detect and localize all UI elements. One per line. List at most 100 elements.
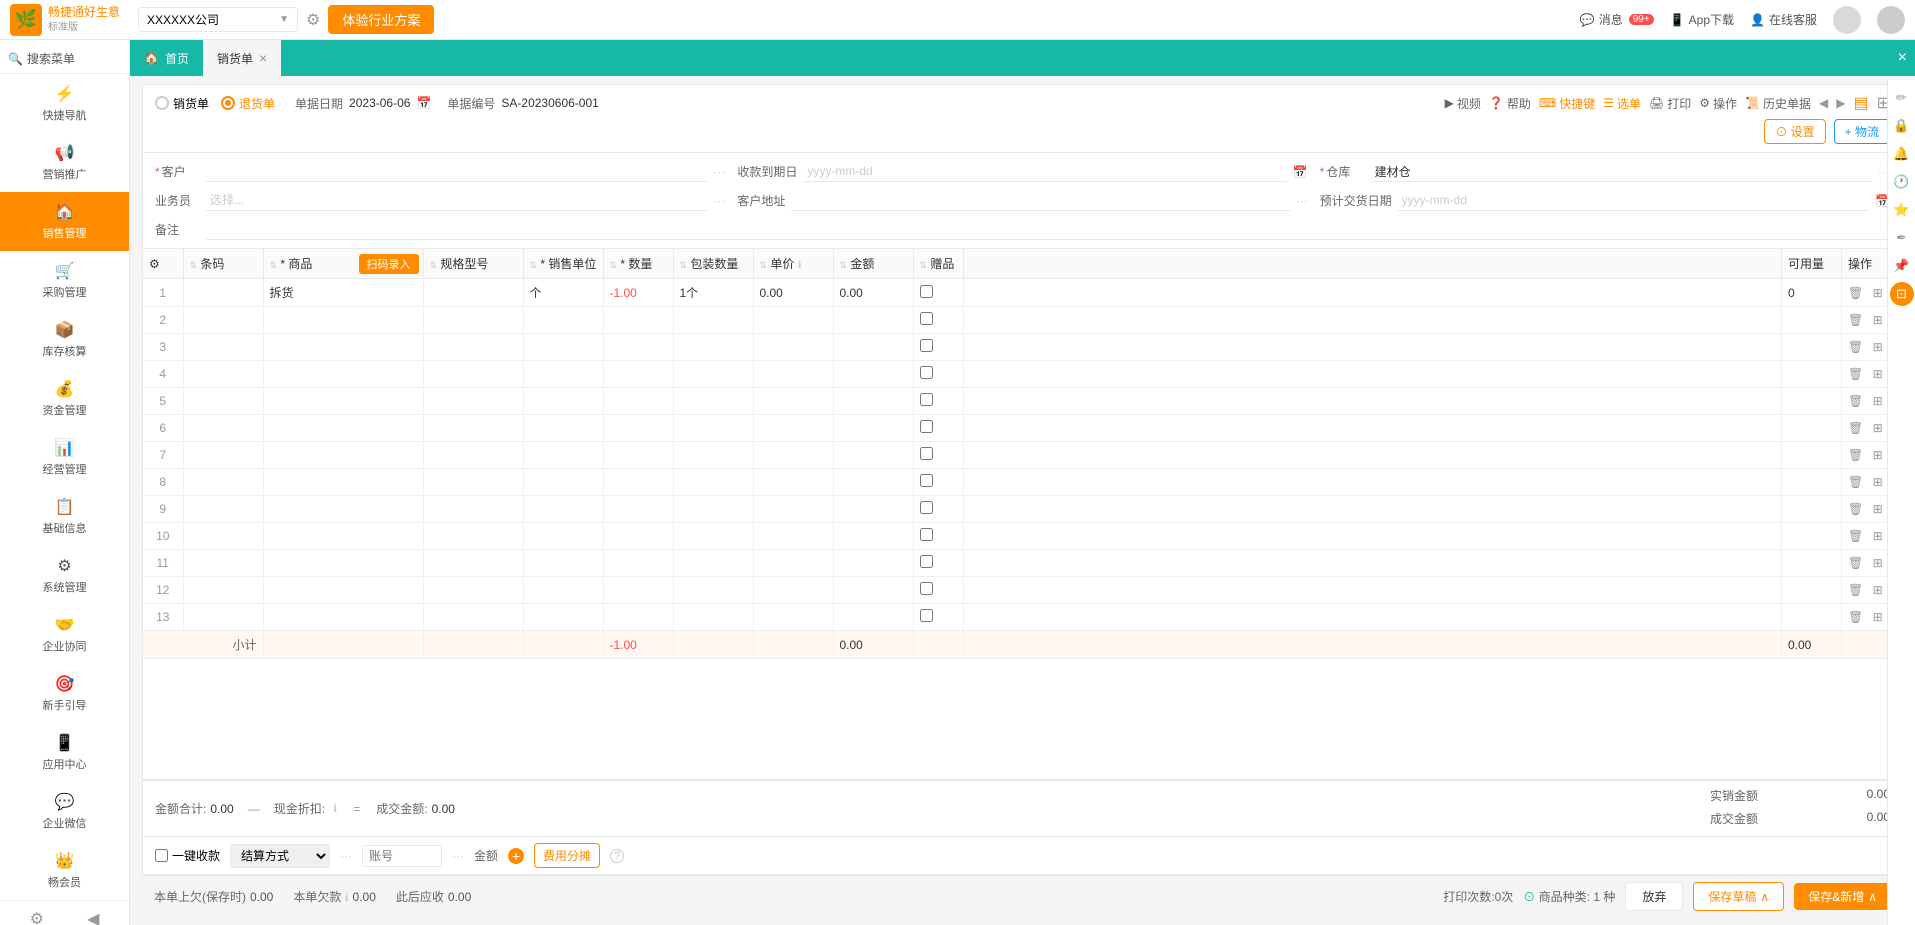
row-unit[interactable] — [523, 469, 603, 496]
row-spec[interactable] — [423, 550, 523, 577]
delete-icon[interactable]: 🗑 — [1848, 394, 1863, 408]
row-unit[interactable] — [523, 523, 603, 550]
copy-icon[interactable]: ⊞ — [1873, 529, 1883, 543]
sidebar-search[interactable]: 🔍 搜索菜单 — [0, 44, 129, 74]
row-pack-qty[interactable] — [673, 307, 753, 334]
row-pack-qty[interactable] — [673, 604, 753, 631]
row-gift[interactable] — [913, 577, 963, 604]
gear-icon[interactable]: ⚙ — [306, 10, 320, 30]
one-click-payment-checkbox[interactable]: 一键收款 — [155, 847, 220, 864]
sidebar-item-member[interactable]: 👑 畅会员 — [0, 841, 129, 900]
scan-button[interactable]: 扫码录入 — [359, 254, 419, 274]
row-product[interactable] — [263, 388, 423, 415]
copy-icon[interactable]: ⊞ — [1873, 286, 1883, 300]
account-input[interactable] — [362, 845, 442, 867]
copy-icon[interactable]: ⊞ — [1873, 583, 1883, 597]
row-spec[interactable] — [423, 469, 523, 496]
row-barcode[interactable] — [183, 361, 263, 388]
row-amount[interactable] — [833, 307, 913, 334]
table-scroll[interactable]: ⚙ ⇅ 条码 ⇅ * 商品 扫码录入 — [143, 249, 1902, 779]
row-barcode[interactable] — [183, 307, 263, 334]
delete-icon[interactable]: 🗑 — [1848, 286, 1863, 300]
gift-checkbox[interactable] — [920, 393, 933, 406]
right-panel-lock-btn[interactable]: 🔒 — [1890, 114, 1914, 138]
row-spec[interactable] — [423, 361, 523, 388]
settings-icon[interactable]: ⚙ — [30, 909, 44, 925]
add-payment-button[interactable]: + — [508, 848, 524, 864]
gift-checkbox[interactable] — [920, 312, 933, 325]
logistics-button[interactable]: + 物流 — [1834, 119, 1890, 144]
abandon-button[interactable]: 放弃 — [1625, 882, 1683, 911]
copy-icon[interactable]: ⊞ — [1873, 556, 1883, 570]
row-spec[interactable] — [423, 388, 523, 415]
copy-icon[interactable]: ⊞ — [1873, 394, 1883, 408]
info-icon[interactable]: ℹ — [798, 260, 802, 271]
row-unit[interactable] — [523, 550, 603, 577]
sidebar-item-corp-wechat[interactable]: 💬 企业微信 — [0, 782, 129, 841]
row-qty[interactable] — [603, 550, 673, 577]
print-button[interactable]: 🖨 打印 — [1649, 95, 1691, 112]
delete-icon[interactable]: 🗑 — [1848, 529, 1863, 543]
nav-prev-icon[interactable]: ◀ — [1819, 96, 1828, 110]
company-selector[interactable]: XXXXXX公司 ▼ — [138, 7, 298, 32]
dots-icon[interactable]: ··· — [340, 849, 352, 863]
row-barcode[interactable] — [183, 496, 263, 523]
help-button[interactable]: ❓ 帮助 — [1489, 95, 1531, 112]
delete-icon[interactable]: 🗑 — [1848, 340, 1863, 354]
row-unit[interactable] — [523, 388, 603, 415]
close-window-icon[interactable]: × — [1890, 49, 1915, 67]
row-qty[interactable] — [603, 577, 673, 604]
row-qty[interactable] — [603, 361, 673, 388]
row-unit[interactable]: 个 — [523, 279, 603, 307]
close-icon[interactable]: × — [259, 50, 267, 66]
row-price[interactable]: 0.00 — [753, 279, 833, 307]
gift-checkbox[interactable] — [920, 528, 933, 541]
copy-icon[interactable]: ⊞ — [1873, 610, 1883, 624]
row-product[interactable] — [263, 523, 423, 550]
online-service-button[interactable]: 👤 在线客服 — [1750, 11, 1817, 28]
messages-button[interactable]: 💬 消息 99+ — [1580, 11, 1654, 28]
row-spec[interactable] — [423, 307, 523, 334]
sidebar-item-corp-collab[interactable]: 🤝 企业协同 — [0, 605, 129, 664]
row-pack-qty[interactable]: 1个 — [673, 279, 753, 307]
gift-checkbox[interactable] — [920, 474, 933, 487]
delete-icon[interactable]: 🗑 — [1848, 502, 1863, 516]
row-barcode[interactable] — [183, 334, 263, 361]
gift-checkbox[interactable] — [920, 447, 933, 460]
row-barcode[interactable] — [183, 550, 263, 577]
app-download-button[interactable]: 📱 App下载 — [1670, 11, 1734, 28]
right-panel-pin-btn[interactable]: 📌 — [1890, 254, 1914, 278]
row-qty[interactable] — [603, 496, 673, 523]
sidebar-item-marketing[interactable]: 📢 营销推广 — [0, 133, 129, 192]
customer-input[interactable] — [206, 161, 707, 182]
row-unit[interactable] — [523, 415, 603, 442]
sidebar-item-operations[interactable]: 📊 经营管理 — [0, 428, 129, 487]
row-product[interactable] — [263, 307, 423, 334]
row-price[interactable] — [753, 523, 833, 550]
row-price[interactable] — [753, 469, 833, 496]
row-product[interactable] — [263, 577, 423, 604]
row-barcode[interactable] — [183, 604, 263, 631]
row-barcode[interactable] — [183, 442, 263, 469]
row-qty[interactable] — [603, 307, 673, 334]
radio-sale-order[interactable]: 销货单 — [155, 95, 209, 112]
tab-home[interactable]: 🏠 首页 — [130, 40, 203, 76]
row-gift[interactable] — [913, 279, 963, 307]
row-amount[interactable] — [833, 334, 913, 361]
remark-input[interactable] — [206, 219, 1890, 240]
sidebar-item-purchase[interactable]: 🛒 采购管理 — [0, 251, 129, 310]
due-date-input[interactable] — [803, 161, 1286, 182]
right-panel-edit-btn[interactable]: ✏ — [1890, 86, 1914, 110]
history-button[interactable]: 📜 历史单据 — [1745, 95, 1811, 112]
row-pack-qty[interactable] — [673, 469, 753, 496]
row-amount[interactable] — [833, 388, 913, 415]
row-unit[interactable] — [523, 307, 603, 334]
row-unit[interactable] — [523, 334, 603, 361]
copy-icon[interactable]: ⊞ — [1873, 313, 1883, 327]
fee-split-button[interactable]: 费用分摊 — [534, 843, 600, 868]
row-price[interactable] — [753, 415, 833, 442]
row-gift[interactable] — [913, 307, 963, 334]
row-gift[interactable] — [913, 415, 963, 442]
one-click-checkbox[interactable] — [155, 849, 168, 862]
row-spec[interactable] — [423, 496, 523, 523]
